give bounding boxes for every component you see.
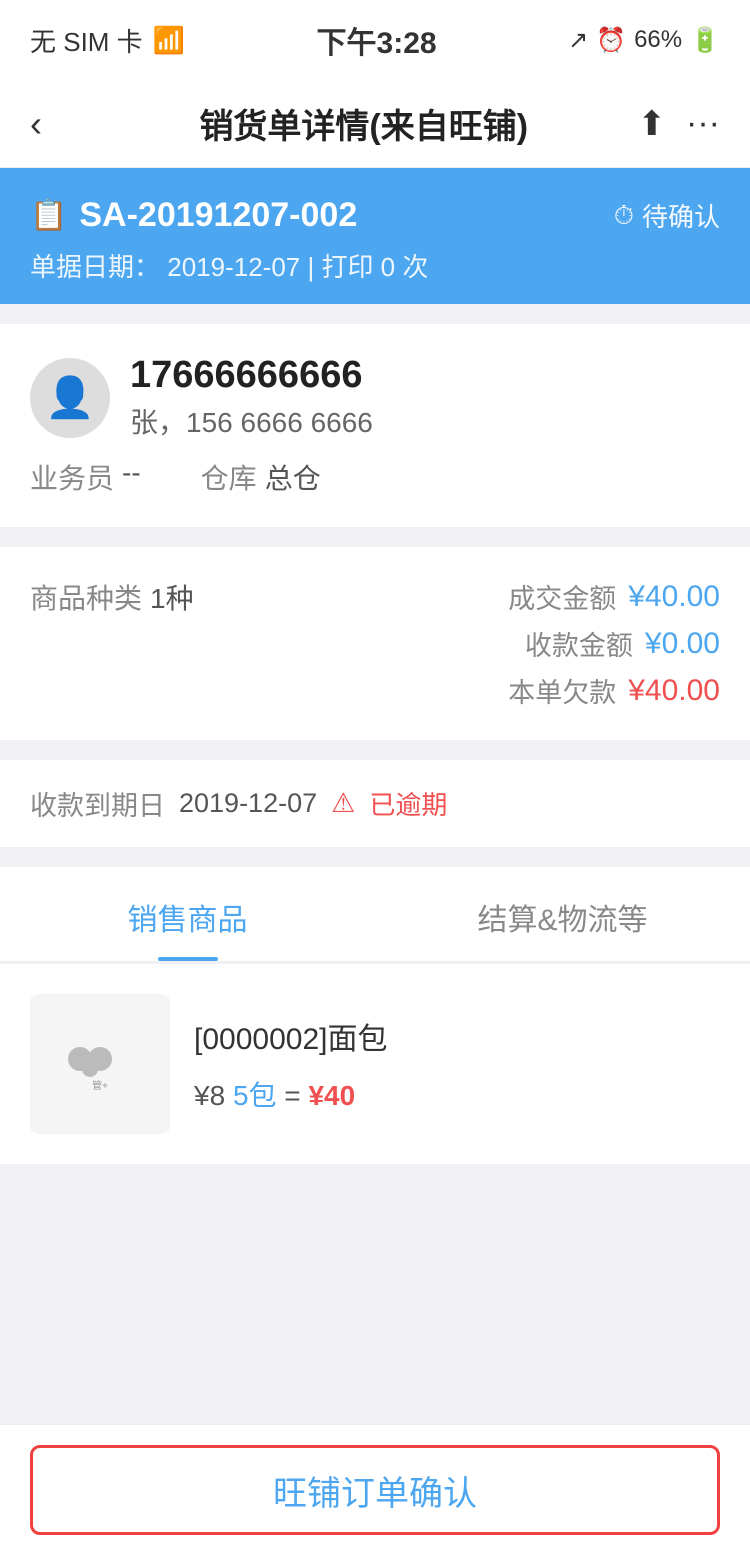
total-price: ¥40	[308, 1080, 355, 1111]
location-icon: ↗	[568, 26, 588, 55]
overdue-badge: 已逾期	[369, 785, 447, 822]
status-bar: 无 SIM 卡 📶 下午3:28 ↗ ⏰ 66% 🔋	[0, 0, 750, 80]
tab-sales-products[interactable]: 销售商品	[0, 867, 375, 961]
share-icon[interactable]: ⬆	[638, 104, 667, 144]
product-name: [0000002]面包	[194, 1014, 720, 1058]
battery-label: 66%	[634, 26, 682, 54]
product-info: [0000002]面包 ¥8 5包 = ¥40	[194, 1014, 720, 1114]
owed-label: 本单欠款	[508, 671, 616, 710]
received-value: ¥0.00	[645, 627, 720, 661]
status-text: 待确认	[642, 197, 720, 234]
header-top: 📋 SA-20191207-002 ⏱ 待确认	[30, 196, 720, 235]
more-icon[interactable]: ···	[686, 104, 720, 143]
equals-sign: =	[284, 1080, 308, 1111]
product-price: ¥8 5包 = ¥40	[194, 1074, 720, 1114]
amount-value: ¥40.00	[628, 580, 720, 614]
order-header-card: 📋 SA-20191207-002 ⏱ 待确认 单据日期： 2019-12-07…	[0, 168, 750, 304]
product-item: 管+ [0000002]面包 ¥8 5包 = ¥40	[0, 964, 750, 1164]
warehouse-label: 仓库	[201, 457, 257, 497]
due-label: 收款到期日	[30, 784, 165, 823]
customer-phone: 17666666666	[130, 354, 373, 397]
svg-text:管+: 管+	[92, 1079, 108, 1092]
customer-card: 👤 17666666666 张，156 6666 6666 业务员 -- 仓库 …	[0, 324, 750, 527]
summary-row: 商品种类 1种 成交金额 ¥40.00 收款金额 ¥0.00 本单欠款 ¥40.…	[30, 577, 720, 710]
unit-price: ¥8	[194, 1080, 225, 1111]
product-list: 管+ [0000002]面包 ¥8 5包 = ¥40	[0, 964, 750, 1164]
customer-name: 张，156 6666 6666	[130, 401, 373, 441]
received-label: 收款金额	[525, 624, 633, 663]
time-display: 下午3:28	[317, 18, 437, 62]
print-info: | 打印 0 次	[307, 252, 428, 282]
status-left: 无 SIM 卡 📶	[30, 22, 185, 59]
amount-label: 成交金额	[508, 577, 616, 616]
order-meta: 单据日期： 2019-12-07 | 打印 0 次	[30, 247, 720, 284]
no-sim-label: 无 SIM 卡	[30, 22, 143, 59]
warehouse-meta: 仓库 总仓	[201, 457, 321, 497]
warning-icon: ⚠	[331, 788, 355, 819]
order-id: 📋 SA-20191207-002	[30, 196, 357, 235]
types-label: 商品种类	[30, 577, 142, 617]
order-id-text: SA-20191207-002	[79, 196, 357, 235]
bottom-bar: 旺铺订单确认	[0, 1424, 750, 1555]
sales-value: --	[122, 457, 141, 497]
alarm-icon: ⏰	[596, 26, 626, 55]
customer-meta: 业务员 -- 仓库 总仓	[30, 457, 720, 497]
order-icon: 📋	[30, 198, 67, 233]
back-button[interactable]: ‹	[30, 103, 90, 145]
received-line: 收款金额 ¥0.00	[525, 624, 720, 663]
customer-top: 👤 17666666666 张，156 6666 6666	[30, 354, 720, 441]
tabs-bar: 销售商品 结算&物流等	[0, 867, 750, 962]
sales-meta: 业务员 --	[30, 457, 141, 497]
date-label: 单据日期：	[30, 252, 160, 282]
quantity: 5包	[233, 1080, 277, 1111]
page-title: 销货单详情(来自旺铺)	[199, 99, 528, 148]
tab-settlement[interactable]: 结算&物流等	[375, 867, 750, 961]
product-thumbnail: 管+	[30, 994, 170, 1134]
status-right: ↗ ⏰ 66% 🔋	[568, 26, 720, 55]
owed-value: ¥40.00	[628, 674, 720, 708]
due-section: 收款到期日 2019-12-07 ⚠ 已逾期	[0, 760, 750, 847]
due-date: 2019-12-07	[179, 788, 317, 819]
avatar: 👤	[30, 358, 110, 438]
customer-info: 17666666666 张，156 6666 6666	[130, 354, 373, 441]
types-item: 商品种类 1种	[30, 577, 194, 617]
summary-section: 商品种类 1种 成交金额 ¥40.00 收款金额 ¥0.00 本单欠款 ¥40.…	[0, 547, 750, 740]
status-badge: ⏱ 待确认	[614, 197, 720, 234]
owed-line: 本单欠款 ¥40.00	[508, 671, 720, 710]
warehouse-value: 总仓	[265, 457, 321, 497]
tab-settlement-label: 结算&物流等	[477, 904, 647, 937]
types-value: 1种	[150, 577, 194, 617]
tab-sales-label: 销售商品	[128, 904, 248, 937]
sales-label: 业务员	[30, 457, 114, 497]
wifi-icon: 📶	[153, 25, 185, 56]
amount-line: 成交金额 ¥40.00	[508, 577, 720, 616]
confirm-order-button[interactable]: 旺铺订单确认	[30, 1445, 720, 1535]
battery-icon: 🔋	[690, 26, 720, 55]
summary-left: 商品种类 1种	[30, 577, 194, 617]
date-value: 2019-12-07	[167, 252, 300, 282]
nav-actions: ⬆ ···	[638, 104, 720, 144]
summary-right: 成交金额 ¥40.00 收款金额 ¥0.00 本单欠款 ¥40.00	[508, 577, 720, 710]
empty-area	[0, 1164, 750, 1424]
nav-bar: ‹ 销货单详情(来自旺铺) ⬆ ···	[0, 80, 750, 168]
clock-icon: ⏱	[614, 200, 634, 232]
